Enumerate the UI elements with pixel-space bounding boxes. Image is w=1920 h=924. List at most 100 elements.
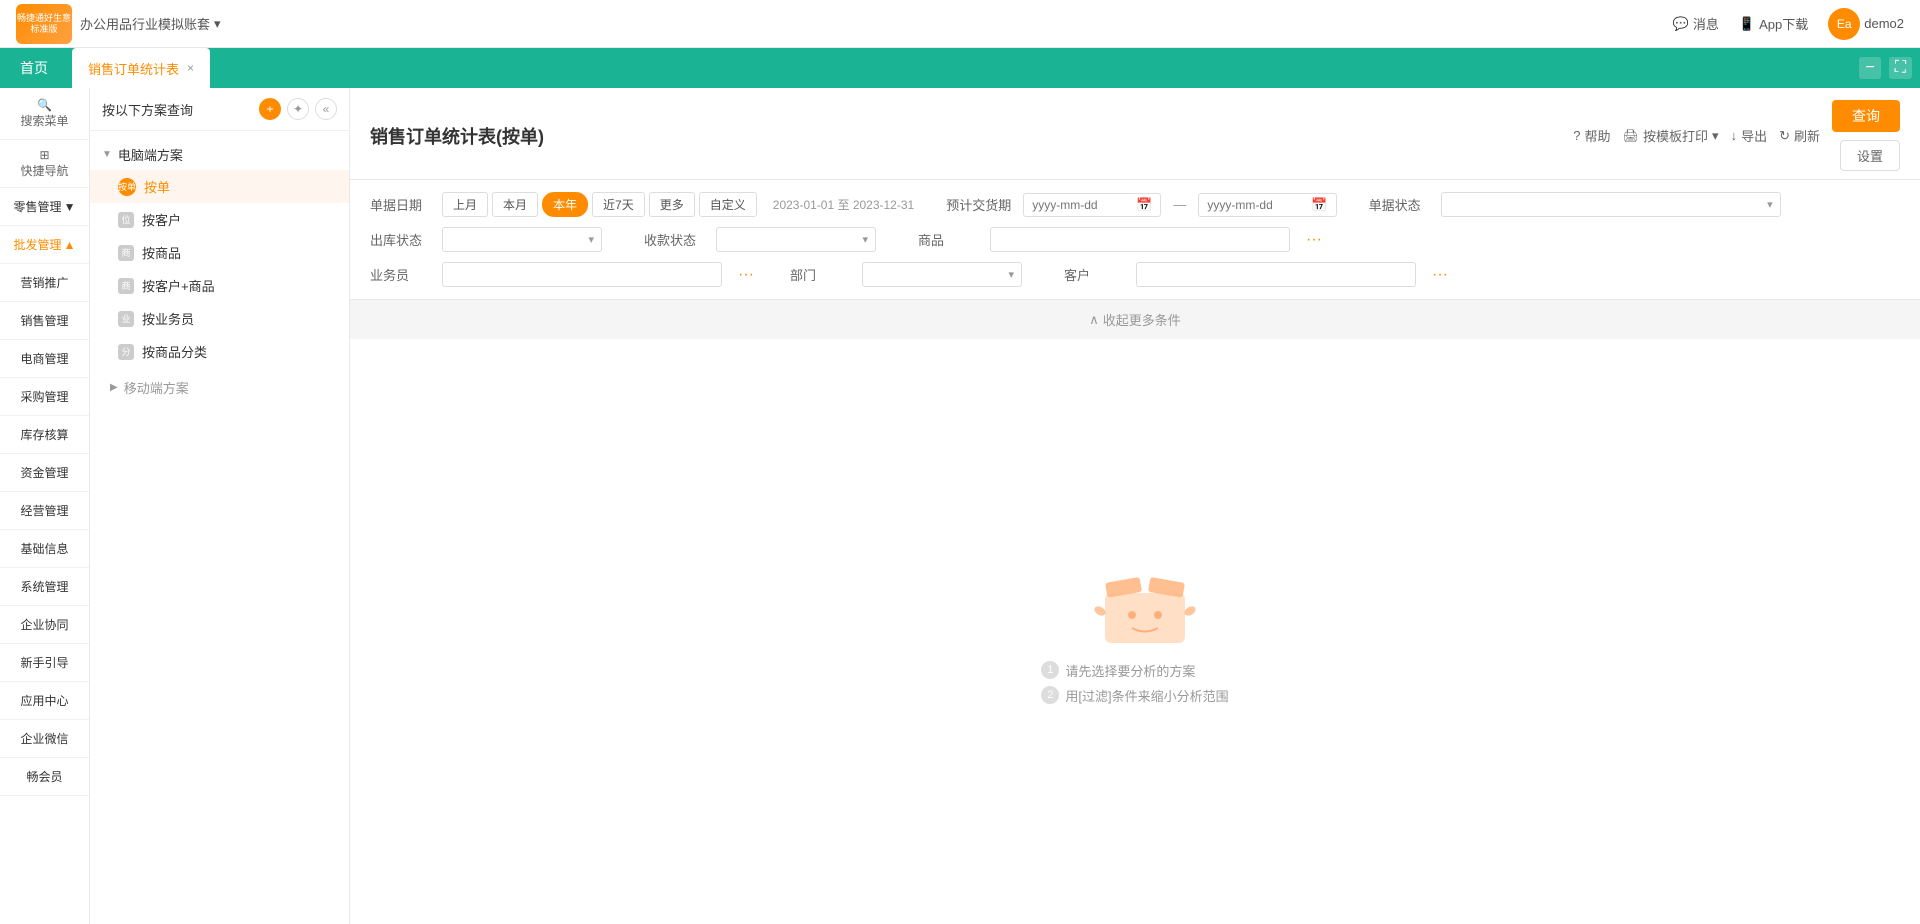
sidebar-item-newbie[interactable]: 新手引导 [0, 644, 89, 682]
sidebar-item-operations[interactable]: 经营管理 [0, 492, 89, 530]
customer-dots-btn[interactable]: ··· [1428, 266, 1452, 284]
department-select[interactable] [862, 262, 1022, 287]
active-tab-label: 销售订单统计表 [88, 59, 179, 78]
tree-parent-pc[interactable]: ▼ 电脑端方案 [90, 139, 349, 170]
status-select[interactable] [1441, 192, 1781, 217]
tree-child-by-category-label: 按商品分类 [142, 342, 207, 361]
sidebar-search-label: 搜索菜单 [0, 112, 89, 129]
tree-parent-mobile[interactable]: ▶ 移动端方案 [90, 372, 349, 403]
empty-tip-1: 1 请先选择要分析的方案 [1041, 661, 1228, 680]
salesperson-dots-btn[interactable]: ··· [734, 266, 758, 284]
tab-sales-order-stats[interactable]: 销售订单统计表 × [72, 48, 210, 88]
sidebar-item-ecommerce[interactable]: 电商管理 [0, 340, 89, 378]
status-filter-label: 单据状态 [1369, 195, 1429, 214]
settings-btn[interactable]: 设置 [1840, 140, 1900, 171]
app-download-btn[interactable]: 📱 App下载 [1739, 14, 1808, 33]
filter-row-date: 单据日期 上月 本月 本年 近7天 更多 自定义 2023-01-01 至 20… [370, 192, 1900, 217]
tree-child-by-category[interactable]: 分 按商品分类 [90, 335, 349, 368]
sidebar-appcenter-label: 应用中心 [20, 692, 68, 709]
tab-close-icon[interactable]: × [187, 61, 194, 75]
empty-icon [1085, 553, 1185, 653]
calendar-end-icon: 📅 [1311, 197, 1327, 213]
page-actions: ? 帮助 🖨 按模板打印 ▾ ↓ 导出 ↻ 刷新 [1573, 100, 1900, 171]
tree-child-by-customer[interactable]: 位 按客户 [90, 203, 349, 236]
message-btn[interactable]: 💬 消息 [1673, 14, 1719, 33]
by-category-icon: 分 [118, 344, 134, 360]
date-btn-this-year[interactable]: 本年 [542, 192, 588, 217]
tip-num-1: 1 [1041, 661, 1059, 679]
collection-label: 收款状态 [644, 230, 704, 249]
by-customer-goods-icon: 商 [118, 278, 134, 294]
collapse-more-btn[interactable]: ∧ 收起更多条件 [1089, 310, 1181, 329]
tree-child-by-customer-goods[interactable]: 商 按客户+商品 [90, 269, 349, 302]
industry-label: 办公用品行业模拟账套 [80, 14, 210, 33]
sidebar-item-purchase[interactable]: 采购管理 [0, 378, 89, 416]
date-btn-more[interactable]: 更多 [649, 192, 695, 217]
tree-child-by-salesperson-label: 按业务员 [142, 309, 194, 328]
tree-child-by-goods[interactable]: 商 按商品 [90, 236, 349, 269]
tree-child-by-salesperson[interactable]: 业 按业务员 [90, 302, 349, 335]
sidebar-basic-label: 基础信息 [20, 540, 68, 557]
help-btn[interactable]: ? 帮助 [1573, 126, 1610, 145]
sidebar-wechat-label: 企业微信 [20, 730, 68, 747]
tab-maximize-btn[interactable]: ⛶ [1889, 57, 1912, 79]
sidebar-item-inventory[interactable]: 库存核算 [0, 416, 89, 454]
topbar-left: 畅捷通好生意 标准版 办公用品行业模拟账套 ▾ [16, 4, 221, 44]
sidebar-member-label: 畅会员 [26, 768, 62, 785]
sidebar-retail-arrow: ▼ [64, 200, 76, 214]
tab-home[interactable]: 首页 [0, 48, 68, 88]
refresh-label: 刷新 [1794, 126, 1820, 145]
date-btn-this-month[interactable]: 本月 [492, 192, 538, 217]
collection-select[interactable] [716, 227, 876, 252]
topbar: 畅捷通好生意 标准版 办公用品行业模拟账套 ▾ 💬 消息 📱 App下载 Ea … [0, 0, 1920, 48]
sidebar-item-system[interactable]: 系统管理 [0, 568, 89, 606]
date-range-text: 2023-01-01 至 2023-12-31 [773, 196, 914, 213]
sidebar-item-basic[interactable]: 基础信息 [0, 530, 89, 568]
sidebar-item-sales[interactable]: 销售管理 [0, 302, 89, 340]
add-scheme-btn[interactable]: + [259, 98, 281, 120]
settings-scheme-btn[interactable]: ✦ [287, 98, 309, 120]
sidebar-item-finance[interactable]: 资金管理 [0, 454, 89, 492]
export-btn[interactable]: ↓ 导出 [1731, 126, 1768, 145]
sidebar-collab-label: 企业协同 [20, 616, 68, 633]
refresh-btn[interactable]: ↻ 刷新 [1779, 126, 1820, 145]
delivery-date-end[interactable] [1207, 198, 1307, 212]
actions-right: 查询 设置 [1832, 100, 1900, 171]
sidebar-item-collab[interactable]: 企业协同 [0, 606, 89, 644]
user-profile[interactable]: Ea demo2 [1828, 8, 1904, 40]
industry-selector[interactable]: 办公用品行业模拟账套 ▾ [80, 14, 221, 33]
sidebar-system-label: 系统管理 [20, 578, 68, 595]
print-btn[interactable]: 🖨 按模板打印 ▾ [1623, 126, 1719, 145]
sidebar-item-member[interactable]: 畅会员 [0, 758, 89, 796]
sidebar-item-appcenter[interactable]: 应用中心 [0, 682, 89, 720]
sidebar-search[interactable]: 🔍 搜索菜单 [0, 88, 89, 140]
status-select-wrap [1441, 192, 1781, 217]
salesperson-label: 业务员 [370, 265, 430, 284]
department-label: 部门 [790, 265, 850, 284]
customer-input[interactable] [1136, 262, 1416, 287]
date-btn-7days[interactable]: 近7天 [592, 192, 645, 217]
sidebar-item-wechat[interactable]: 企业微信 [0, 720, 89, 758]
sidebar-item-retail[interactable]: 零售管理 ▼ [0, 188, 89, 226]
sidebar-item-marketing[interactable]: 营销推广 [0, 264, 89, 302]
page-title: 销售订单统计表(按单) [370, 123, 544, 149]
date-btn-last-month[interactable]: 上月 [442, 192, 488, 217]
tip-num-2: 2 [1041, 686, 1059, 704]
sidebar-item-wholesale[interactable]: 批发管理 ▲ [0, 226, 89, 264]
tree-child-by-order[interactable]: 按单 按单 [90, 170, 349, 203]
tab-minimize-btn[interactable]: − [1859, 57, 1880, 79]
goods-dots-btn[interactable]: ··· [1302, 231, 1326, 249]
delivery-date-start[interactable] [1032, 198, 1132, 212]
salesperson-input[interactable] [442, 262, 722, 287]
date-btn-custom[interactable]: 自定义 [699, 192, 757, 217]
sidebar-quick-nav[interactable]: ⊞ 快捷导航 [0, 140, 89, 188]
outbound-select[interactable] [442, 227, 602, 252]
collapse-panel-btn[interactable]: « [315, 98, 337, 120]
by-salesperson-icon: 业 [118, 311, 134, 327]
avatar: Ea [1828, 8, 1860, 40]
tree-child-by-order-label: 按单 [144, 177, 170, 196]
search-icon: 🔍 [0, 98, 89, 112]
goods-input[interactable] [990, 227, 1290, 252]
tab-controls: − ⛶ [1859, 57, 1920, 79]
query-btn[interactable]: 查询 [1832, 100, 1900, 132]
